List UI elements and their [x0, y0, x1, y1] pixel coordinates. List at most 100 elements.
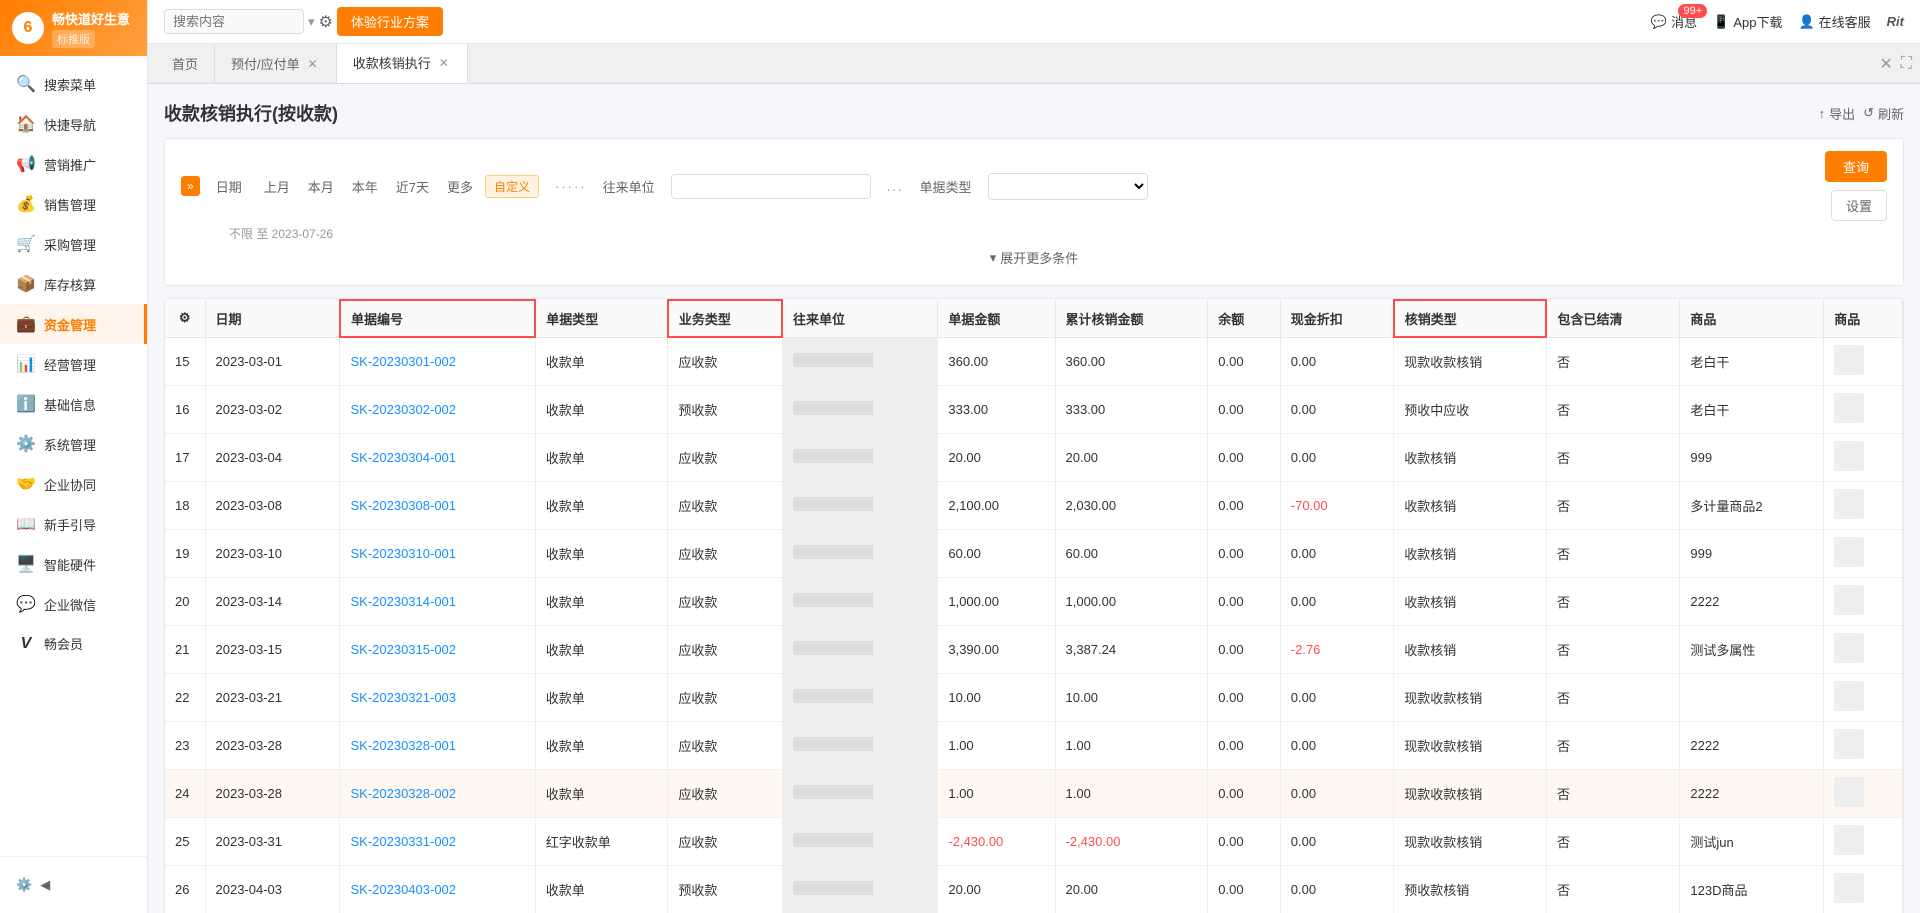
partner-filter-input[interactable] [671, 174, 871, 199]
refresh-button[interactable]: ↺ 刷新 [1863, 104, 1904, 123]
row-docno-link[interactable]: SK-20230331-002 [350, 834, 456, 849]
row-total-cancel: 3,387.24 [1055, 625, 1208, 673]
row-docno-link[interactable]: SK-20230321-003 [350, 690, 456, 705]
row-partner [782, 577, 938, 625]
partner-ellipsis[interactable]: ... [887, 179, 904, 194]
row-biztype: 应收款 [668, 481, 782, 529]
collapse-icon: ◀ [40, 877, 50, 893]
sidebar-item-inventory[interactable]: 📦库存核算 [0, 264, 147, 304]
row-goods1: 2222 [1680, 721, 1824, 769]
expand-filter-button[interactable]: ▾ 展开更多条件 [181, 242, 1887, 273]
row-docno-link[interactable]: SK-20230310-001 [350, 546, 456, 561]
purchase-icon: 🛒 [16, 234, 36, 254]
row-docno-link[interactable]: SK-20230304-001 [350, 450, 456, 465]
sidebar-item-basic[interactable]: ℹ️基础信息 [0, 384, 147, 424]
topbar-right: 💬 消息 99+ 📱 App下载 👤 在线客服 Rit [1651, 12, 1904, 31]
row-docno: SK-20230321-003 [340, 673, 535, 721]
tab-collection-close[interactable]: ✕ [437, 54, 451, 72]
export-button[interactable]: ↑ 导出 [1819, 104, 1856, 123]
date-7days[interactable]: 近7天 [390, 175, 435, 198]
search-icon: 🔍 [16, 74, 36, 94]
sidebar-item-sales[interactable]: 💰销售管理 [0, 184, 147, 224]
sidebar-item-finance[interactable]: 💼资金管理 [0, 304, 147, 344]
row-date: 2023-03-08 [205, 481, 340, 529]
message-button[interactable]: 💬 消息 99+ [1651, 12, 1697, 31]
page-content: 收款核销执行(按收款) ↑ 导出 ↺ 刷新 » 日期 上月 本月 [148, 84, 1920, 913]
sidebar-item-operation[interactable]: 📊经营管理 [0, 344, 147, 384]
tab-home[interactable]: 首页 [156, 44, 215, 83]
row-docno-link[interactable]: SK-20230403-002 [350, 882, 456, 897]
row-doctype: 收款单 [535, 625, 668, 673]
chevron-down-icon: ▾ [990, 250, 997, 266]
sidebar-settings[interactable]: ⚙️◀ [0, 869, 147, 901]
doctype-filter-select[interactable] [988, 173, 1148, 200]
sidebar-item-search[interactable]: 🔍搜索菜单 [0, 64, 147, 104]
row-docno-link[interactable]: SK-20230308-001 [350, 498, 456, 513]
col-doctype: 单据类型 [535, 300, 668, 337]
date-custom-button[interactable]: 自定义 [485, 175, 539, 198]
tab-close-all-icon[interactable]: ✕ [1879, 54, 1892, 74]
row-docno-link[interactable]: SK-20230302-002 [350, 402, 456, 417]
filter-actions: 查询 设置 [1825, 151, 1887, 221]
row-docno-link[interactable]: SK-20230328-001 [350, 738, 456, 753]
row-amount: 360.00 [938, 337, 1055, 385]
col-gear[interactable]: ⚙ [165, 300, 205, 337]
row-index: 16 [165, 385, 205, 433]
date-range-text: 不限 至 2023-07-26 [229, 227, 333, 241]
sidebar-item-label: 基础信息 [44, 395, 96, 414]
row-docno-link[interactable]: SK-20230314-001 [350, 594, 456, 609]
tab-payable[interactable]: 预付/应付单 ✕ [215, 44, 337, 83]
row-docno-link[interactable]: SK-20230328-002 [350, 786, 456, 801]
tab-maximize-icon[interactable]: ⛶ [1901, 55, 1912, 73]
row-partner [782, 673, 938, 721]
col-partner: 往来单位 [782, 300, 938, 337]
topbar-gear-icon[interactable]: ⚙ [319, 12, 333, 32]
sidebar-item-purchase[interactable]: 🛒采购管理 [0, 224, 147, 264]
topbar: ▾ ⚙ 体验行业方案 💬 消息 99+ 📱 App下载 👤 在线客服 Rit [148, 0, 1920, 44]
row-goods2 [1824, 529, 1903, 577]
row-goods2 [1824, 865, 1903, 913]
topbar-search-input[interactable] [164, 9, 304, 34]
row-goods1: 多计量商品2 [1680, 481, 1824, 529]
tab-payable-close[interactable]: ✕ [306, 55, 320, 73]
sales-icon: 💰 [16, 194, 36, 214]
row-partner [782, 433, 938, 481]
sidebar-menu: 🔍搜索菜单 🏠快捷导航 📢营销推广 💰销售管理 🛒采购管理 📦库存核算 💼资金管… [0, 56, 147, 856]
row-total-cancel: 20.00 [1055, 865, 1208, 913]
sidebar-item-collab[interactable]: 🤝企业协同 [0, 464, 147, 504]
row-cancel-type: 预收中应收 [1394, 385, 1547, 433]
sidebar-item-marketing[interactable]: 📢营销推广 [0, 144, 147, 184]
sidebar-item-hardware[interactable]: 🖥️智能硬件 [0, 544, 147, 584]
row-docno-link[interactable]: SK-20230301-002 [350, 354, 456, 369]
row-docno: SK-20230302-002 [340, 385, 535, 433]
row-cancel-type: 收款核销 [1394, 577, 1547, 625]
filter-bar: » 日期 上月 本月 本年 近7天 更多 自定义 ····· 往来单位 ... … [164, 138, 1904, 286]
filter-collapse-button[interactable]: » [181, 176, 200, 196]
sidebar-item-quicknav[interactable]: 🏠快捷导航 [0, 104, 147, 144]
topbar-chevron-icon[interactable]: ▾ [308, 14, 315, 30]
date-last-month[interactable]: 上月 [258, 175, 296, 198]
online-service-link[interactable]: 👤 在线客服 [1798, 12, 1870, 31]
sidebar-item-system[interactable]: ⚙️系统管理 [0, 424, 147, 464]
date-more[interactable]: 更多 [441, 175, 479, 198]
row-goods1: 999 [1680, 529, 1824, 577]
sidebar-item-wechat[interactable]: 💬企业微信 [0, 584, 147, 624]
date-this-month[interactable]: 本月 [302, 175, 340, 198]
row-partner [782, 529, 938, 577]
row-total-cancel: 1,000.00 [1055, 577, 1208, 625]
row-docno-link[interactable]: SK-20230315-002 [350, 642, 456, 657]
filter-settings-button[interactable]: 设置 [1831, 190, 1887, 221]
sidebar-item-member[interactable]: V畅会员 [0, 624, 147, 663]
row-balance: 0.00 [1208, 769, 1281, 817]
doctype-filter-label: 单据类型 [920, 177, 972, 196]
sidebar-item-guide[interactable]: 📖新手引导 [0, 504, 147, 544]
user-info[interactable]: Rit [1887, 14, 1904, 29]
solution-button[interactable]: 体验行业方案 [337, 7, 443, 36]
tab-collection[interactable]: 收款核销执行 ✕ [337, 44, 468, 83]
col-docno: 单据编号 [340, 300, 535, 337]
row-cancel-type: 预收款核销 [1394, 865, 1547, 913]
app-download-link[interactable]: 📱 App下载 [1713, 12, 1782, 31]
row-docno: SK-20230328-002 [340, 769, 535, 817]
query-button[interactable]: 查询 [1825, 151, 1887, 182]
date-this-year[interactable]: 本年 [346, 175, 384, 198]
